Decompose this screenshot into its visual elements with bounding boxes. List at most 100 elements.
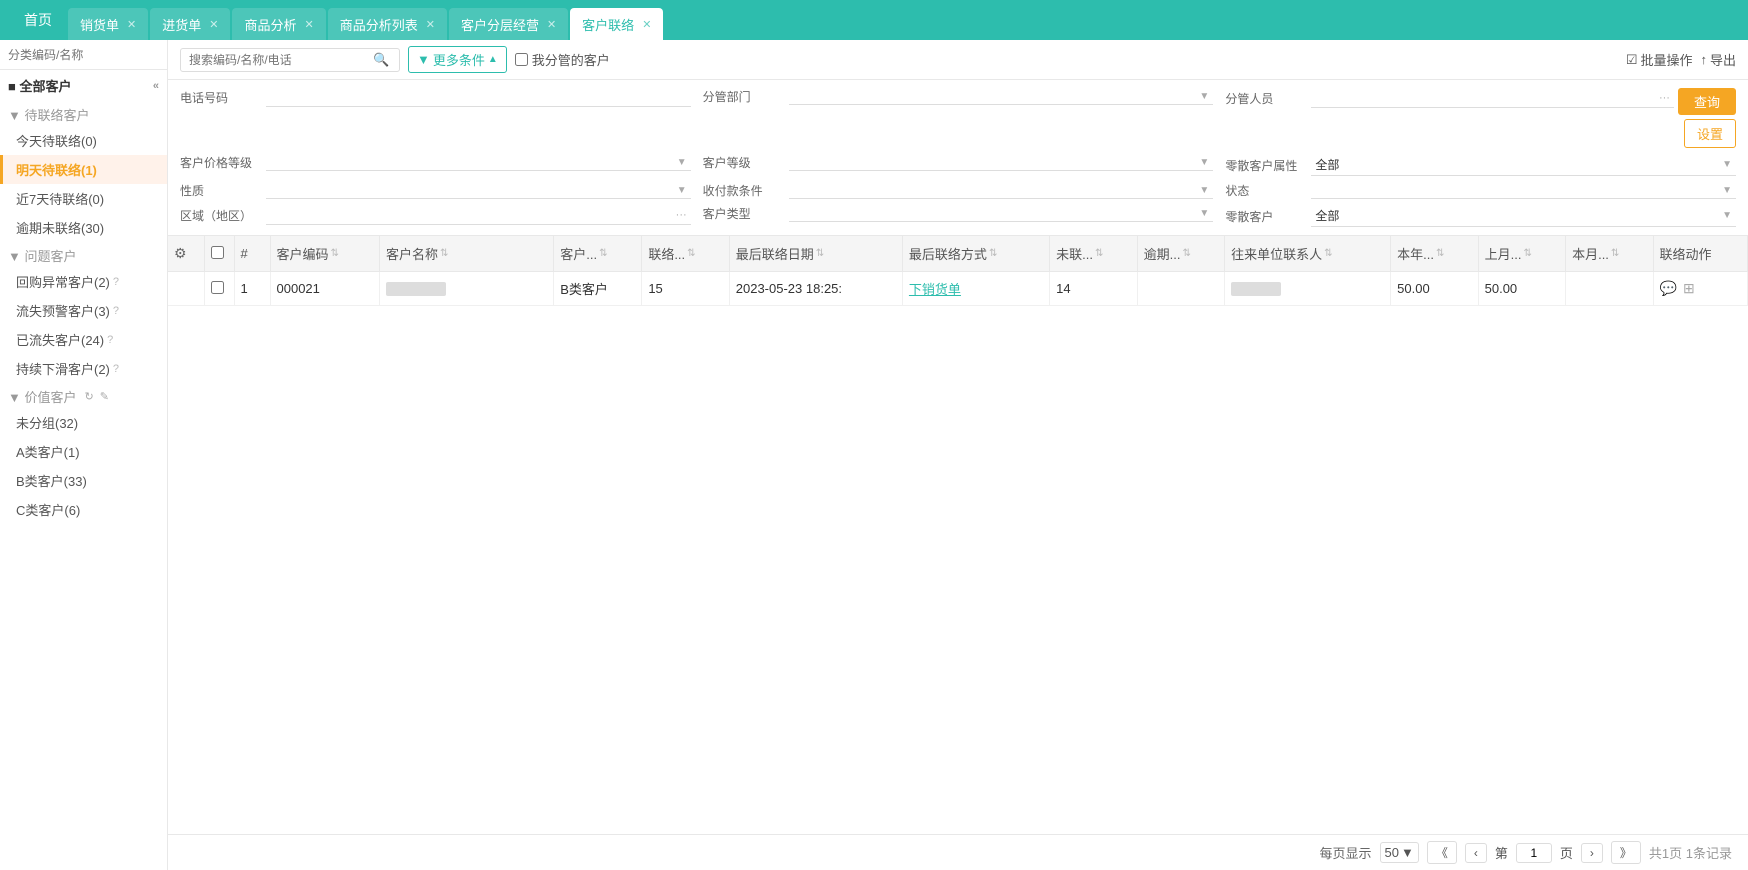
- row-select-checkbox[interactable]: [211, 281, 224, 294]
- sidebar-group-value[interactable]: ▼ 价值客户 ↻ ✎: [0, 383, 167, 408]
- th-last-month[interactable]: 上月...⇅: [1478, 236, 1565, 272]
- dept-dropdown-icon: ▼: [1199, 91, 1209, 102]
- close-tab-customer-contact-icon[interactable]: ✕: [642, 18, 651, 31]
- th-year-amount[interactable]: 本年...⇅: [1391, 236, 1478, 272]
- sidebar-group-problem[interactable]: ▼ 问题客户: [0, 242, 167, 267]
- content-area: 🔍 ▼ 更多条件 ▲ 我分管的客户 ☑ 批量操作 ↑ 导出: [168, 40, 1748, 870]
- sidebar-item-7days[interactable]: 近7天待联络(0): [0, 184, 167, 213]
- th-name[interactable]: 客户名称⇅: [379, 236, 553, 272]
- batch-operation-button[interactable]: ☑ 批量操作: [1626, 50, 1693, 69]
- row-code: 000021: [270, 272, 379, 306]
- customer-type-dropdown-icon: ▼: [1199, 208, 1209, 219]
- page-size-select[interactable]: 50 ▼: [1380, 842, 1419, 863]
- filter-nature: 性质 ▼: [180, 182, 691, 199]
- sidebar-group-pending[interactable]: ▼ 待联络客户: [0, 101, 167, 126]
- select-all-checkbox[interactable]: [211, 246, 224, 259]
- th-uncontacted[interactable]: 未联...⇅: [1050, 236, 1137, 272]
- sidebar-search-input[interactable]: [8, 48, 163, 62]
- help-icon-4[interactable]: ?: [113, 363, 119, 375]
- edit-icon[interactable]: ✎: [100, 390, 109, 403]
- filter-customer-type-select[interactable]: ▼: [789, 206, 1214, 222]
- query-button[interactable]: 查询: [1678, 88, 1736, 115]
- close-tab-customer-segment-icon[interactable]: ✕: [547, 18, 556, 31]
- th-gear[interactable]: ⚙: [168, 236, 204, 272]
- last-page-button[interactable]: 》: [1611, 841, 1641, 864]
- filter-customer-level-select[interactable]: ▼: [789, 155, 1214, 171]
- sidebar-item-churn-warning[interactable]: 流失预警客户(3) ?: [0, 296, 167, 325]
- prev-page-button[interactable]: ‹: [1465, 843, 1487, 863]
- th-this-month[interactable]: 本月...⇅: [1566, 236, 1653, 272]
- my-customer-checkbox[interactable]: [515, 53, 528, 66]
- help-icon-3[interactable]: ?: [107, 334, 113, 346]
- th-code[interactable]: 客户编码⇅: [270, 236, 379, 272]
- close-tab-purchase-icon[interactable]: ✕: [209, 18, 218, 31]
- filter-price-level-label: 客户价格等级: [180, 154, 260, 171]
- help-icon-2[interactable]: ?: [113, 305, 119, 317]
- search-icon[interactable]: 🔍: [373, 52, 389, 68]
- settings-button[interactable]: 设置: [1684, 119, 1736, 148]
- search-input[interactable]: [189, 53, 369, 67]
- close-tab-analysis-icon[interactable]: ✕: [304, 18, 313, 31]
- next-page-button[interactable]: ›: [1581, 843, 1603, 863]
- region-more-icon[interactable]: ···: [676, 209, 687, 221]
- settings-gear-icon[interactable]: ⚙: [174, 245, 187, 262]
- sort-last-month-icon: ⇅: [1523, 248, 1531, 259]
- sidebar-item-churned[interactable]: 已流失客户(24) ?: [0, 325, 167, 354]
- more-filter-button[interactable]: ▼ 更多条件 ▲: [408, 46, 507, 73]
- table-wrap: ⚙ # 客户编码⇅ 客户名称⇅: [168, 236, 1748, 834]
- nav-tab-purchase[interactable]: 进货单 ✕: [150, 8, 230, 40]
- filter-payment-select[interactable]: ▼: [789, 183, 1214, 199]
- th-overdue[interactable]: 逾期...⇅: [1137, 236, 1224, 272]
- th-last-method[interactable]: 最后联络方式⇅: [902, 236, 1049, 272]
- refresh-icon[interactable]: ↻: [84, 390, 93, 403]
- last-method-link[interactable]: 下销货单: [909, 282, 961, 297]
- sidebar-item-repurchase-anomaly[interactable]: 回购异常客户(2) ?: [0, 267, 167, 296]
- sidebar-all-customers[interactable]: ■ 全部客户 «: [0, 70, 167, 101]
- search-bar: 🔍 ▼ 更多条件 ▲ 我分管的客户 ☑ 批量操作 ↑ 导出: [168, 40, 1748, 80]
- sidebar-item-declining[interactable]: 持续下滑客户(2) ?: [0, 354, 167, 383]
- sidebar-item-overdue[interactable]: 逾期未联络(30): [0, 213, 167, 242]
- export-button[interactable]: ↑ 导出: [1700, 50, 1736, 69]
- nav-tab-sales[interactable]: 销货单 ✕: [68, 8, 148, 40]
- th-type[interactable]: 客户...⇅: [554, 236, 642, 272]
- sidebar-item-class-c[interactable]: C类客户(6): [0, 495, 167, 524]
- filter-customer-level: 客户等级 ▼: [703, 154, 1214, 171]
- filter-nature-select[interactable]: ▼: [266, 183, 691, 199]
- filter-phone-input[interactable]: [266, 88, 691, 107]
- sidebar-item-today[interactable]: 今天待联络(0): [0, 126, 167, 155]
- filter-status-select[interactable]: ▼: [1311, 183, 1736, 199]
- customer-level-dropdown-icon: ▼: [1199, 157, 1209, 168]
- th-contacts[interactable]: 往来单位联系人⇅: [1225, 236, 1391, 272]
- th-contact[interactable]: 联络...⇅: [642, 236, 729, 272]
- sidebar-item-ungrouped[interactable]: 未分组(32): [0, 408, 167, 437]
- my-customer-checkbox-label[interactable]: 我分管的客户: [515, 50, 610, 69]
- page-number-input[interactable]: [1516, 843, 1552, 863]
- close-tab-sales-icon[interactable]: ✕: [127, 18, 136, 31]
- nav-tab-customer-contact[interactable]: 客户联络 ✕: [570, 8, 663, 40]
- filter-scatter-attr-select[interactable]: 全部 ▼: [1311, 154, 1736, 176]
- sort-contact-icon: ⇅: [687, 248, 695, 259]
- manager-more-icon[interactable]: ···: [1659, 92, 1670, 104]
- close-tab-analysis-list-icon[interactable]: ✕: [426, 18, 435, 31]
- sort-last-date-icon: ⇅: [816, 248, 824, 259]
- filter-region-select[interactable]: ···: [266, 205, 691, 225]
- nav-tab-customer-segment[interactable]: 客户分层经营 ✕: [449, 8, 568, 40]
- nav-home[interactable]: 首页: [10, 0, 66, 40]
- help-icon-1[interactable]: ?: [113, 276, 119, 288]
- nav-tab-analysis-list[interactable]: 商品分析列表 ✕: [328, 8, 447, 40]
- row-contacts: [1225, 272, 1391, 306]
- nav-tab-analysis[interactable]: 商品分析 ✕: [232, 8, 325, 40]
- contact-action-icon[interactable]: 💬: [1660, 280, 1677, 297]
- sidebar-item-class-a[interactable]: A类客户(1): [0, 437, 167, 466]
- filter-price-level-select[interactable]: ▼: [266, 155, 691, 171]
- filter-scatter-customer-select[interactable]: 全部 ▼: [1311, 205, 1736, 227]
- filter-dept-select[interactable]: ▼: [789, 89, 1214, 105]
- filter-manager-select[interactable]: ···: [1311, 88, 1674, 108]
- first-page-button[interactable]: 《: [1427, 841, 1457, 864]
- search-input-wrap[interactable]: 🔍: [180, 48, 400, 72]
- sidebar-item-class-b[interactable]: B类客户(33): [0, 466, 167, 495]
- sidebar-item-tomorrow[interactable]: 明天待联络(1): [0, 155, 167, 184]
- grid-action-icon[interactable]: ⊞: [1683, 280, 1695, 297]
- th-last-date[interactable]: 最后联络日期⇅: [729, 236, 902, 272]
- row-overdue: [1137, 272, 1224, 306]
